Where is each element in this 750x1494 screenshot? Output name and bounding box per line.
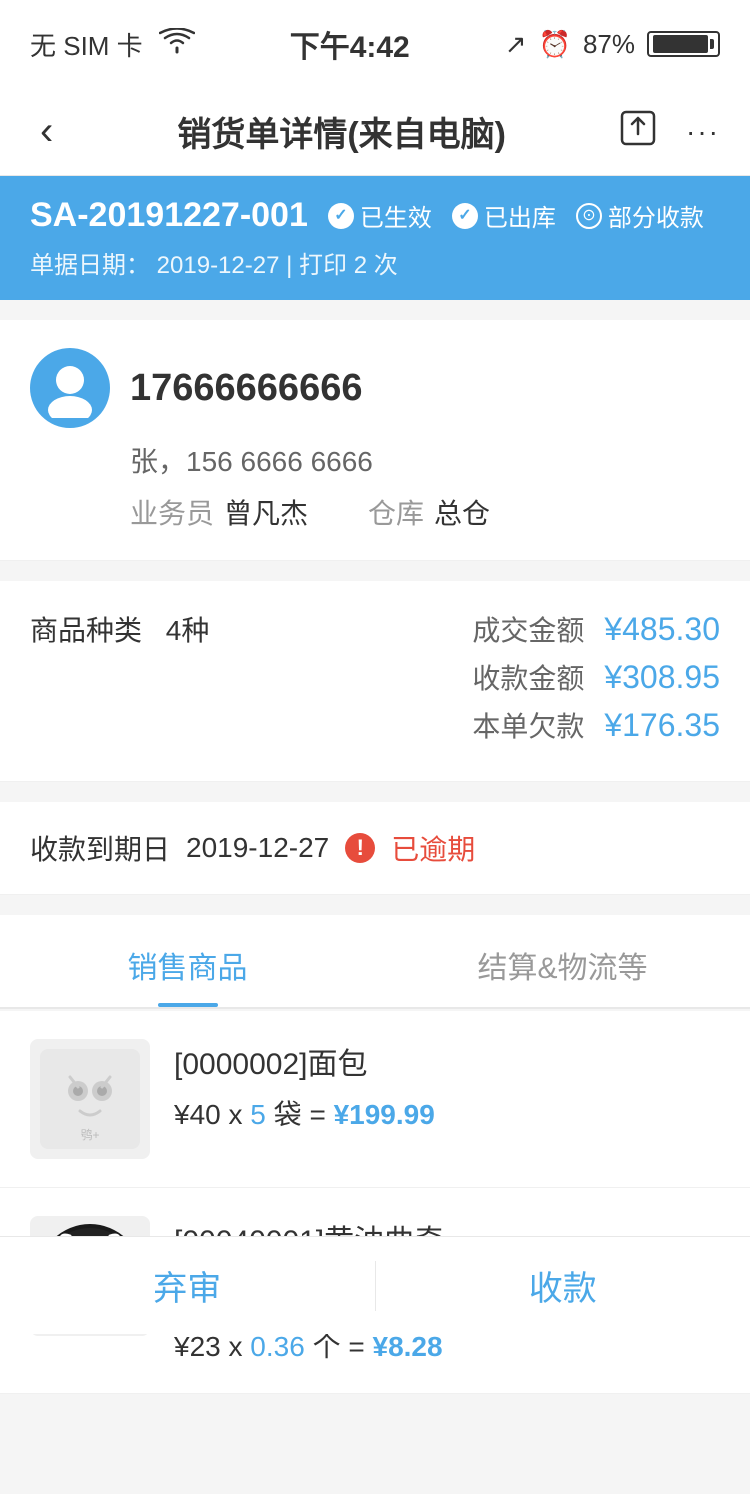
summary-right: 成交金额 ¥485.30 收款金额 ¥308.95 本单欠款 ¥176.35	[472, 609, 720, 753]
customer-section: 17666666666 张，156 6666 6666 业务员 曾凡杰 仓库 总…	[0, 320, 750, 561]
tab-settlement-logistics[interactable]: 结算&物流等	[375, 915, 750, 1007]
salesperson-value: 曾凡杰	[224, 492, 308, 532]
summary-left: 商品种类 4种	[30, 609, 209, 655]
product-total-1: ¥199.99	[334, 1099, 435, 1130]
back-button[interactable]: ‹	[30, 99, 63, 164]
product-info-1: [0000002]面包 ¥40 x 5 袋 = ¥199.99	[174, 1039, 720, 1133]
debt-amount-row: 本单欠款 ¥176.35	[472, 705, 720, 745]
reject-audit-button[interactable]: 弃审	[0, 1237, 375, 1334]
product-qty-1: 5	[250, 1099, 266, 1130]
status-effective: ✓ 已生效	[328, 198, 432, 233]
customer-id: 17666666666	[130, 367, 362, 410]
tabs-row: 销售商品 结算&物流等	[0, 915, 750, 1007]
status-partial-payment: ⊙ 部分收款	[576, 198, 704, 233]
avatar	[30, 348, 110, 428]
summary-row: 商品种类 4种 成交金额 ¥485.30 收款金额 ¥308.95 本单欠款 ¥…	[30, 609, 720, 753]
page-title: 销货单详情(来自电脑)	[177, 107, 506, 156]
warehouse-value: 总仓	[434, 492, 490, 532]
summary-section: 商品种类 4种 成交金额 ¥485.30 收款金额 ¥308.95 本单欠款 ¥…	[0, 581, 750, 782]
collected-amount-row: 收款金额 ¥308.95	[472, 657, 720, 697]
more-icon[interactable]: ···	[686, 116, 720, 148]
debt-value: ¥176.35	[604, 707, 720, 744]
wifi-icon	[159, 28, 195, 61]
due-date-value: 2019-12-27	[186, 832, 329, 864]
bottom-bar: 弃审 收款	[0, 1236, 750, 1334]
svg-text:鸮+: 鸮+	[80, 1127, 99, 1142]
warehouse-label: 仓库	[368, 492, 424, 532]
carrier-text: 无 SIM 卡	[30, 26, 143, 63]
due-date-label: 收款到期日	[30, 828, 170, 868]
product-thumbnail-1: 鸮+	[30, 1039, 150, 1159]
battery-text: 87%	[583, 29, 635, 60]
banner-date-row: 单据日期： 2019-12-27 | 打印 2 次	[30, 245, 720, 280]
order-banner: SA-20191227-001 ✓ 已生效 ✓ 已出库 ⊙ 部分收款 单据日期：…	[0, 176, 750, 300]
products-section: 鸮+ [0000002]面包 ¥40 x 5 袋 = ¥199.99	[0, 1011, 750, 1394]
current-time: 下午4:42	[290, 22, 410, 66]
check-icon-2: ✓	[452, 203, 478, 229]
alarm-icon: ⏰	[539, 29, 571, 60]
product-type-item: 商品种类 4种	[30, 609, 209, 649]
banner-status-row: SA-20191227-001 ✓ 已生效 ✓ 已出库 ⊙ 部分收款	[30, 196, 720, 235]
check-icon-1: ✓	[328, 203, 354, 229]
share-icon[interactable]	[620, 110, 656, 154]
overdue-text: 已逾期	[391, 828, 475, 868]
status-bar: 无 SIM 卡 下午4:42 ↗ ⏰ 87%	[0, 0, 750, 88]
transaction-amount-row: 成交金额 ¥485.30	[472, 609, 720, 649]
status-shipped: ✓ 已出库	[452, 198, 556, 233]
transaction-amount-value: ¥485.30	[604, 611, 720, 648]
order-id: SA-20191227-001	[30, 196, 308, 235]
nav-bar: ‹ 销货单详情(来自电脑) ···	[0, 88, 750, 176]
status-right: ↗ ⏰ 87%	[505, 29, 720, 60]
due-date-section: 收款到期日 2019-12-27 ! 已逾期	[0, 802, 750, 895]
debt-label: 本单欠款	[472, 705, 584, 745]
location-icon: ↗	[505, 29, 527, 60]
product-total-2: ¥8.28	[373, 1331, 443, 1362]
product-name-1: [0000002]面包	[174, 1039, 720, 1083]
customer-meta: 业务员 曾凡杰 仓库 总仓	[130, 492, 720, 532]
collect-payment-button[interactable]: 收款	[376, 1237, 750, 1334]
overdue-icon: !	[345, 833, 375, 863]
product-qty-2: 0.36	[250, 1331, 305, 1362]
tabs-section: 销售商品 结算&物流等	[0, 915, 750, 1009]
collected-label: 收款金额	[472, 657, 584, 697]
battery-icon	[647, 31, 720, 57]
customer-name-row: 17666666666	[30, 348, 720, 428]
clock-icon: ⊙	[576, 203, 602, 229]
transaction-amount-label: 成交金额	[472, 609, 584, 649]
status-left: 无 SIM 卡	[30, 26, 195, 63]
tab-sales-products[interactable]: 销售商品	[0, 915, 375, 1007]
salesperson-label: 业务员	[130, 492, 214, 532]
collected-value: ¥308.95	[604, 659, 720, 696]
product-price-1: ¥40 x 5 袋 = ¥199.99	[174, 1093, 720, 1133]
product-item: 鸮+ [0000002]面包 ¥40 x 5 袋 = ¥199.99	[0, 1011, 750, 1188]
nav-actions: ···	[620, 110, 720, 154]
customer-phone: 张，156 6666 6666	[130, 440, 720, 480]
